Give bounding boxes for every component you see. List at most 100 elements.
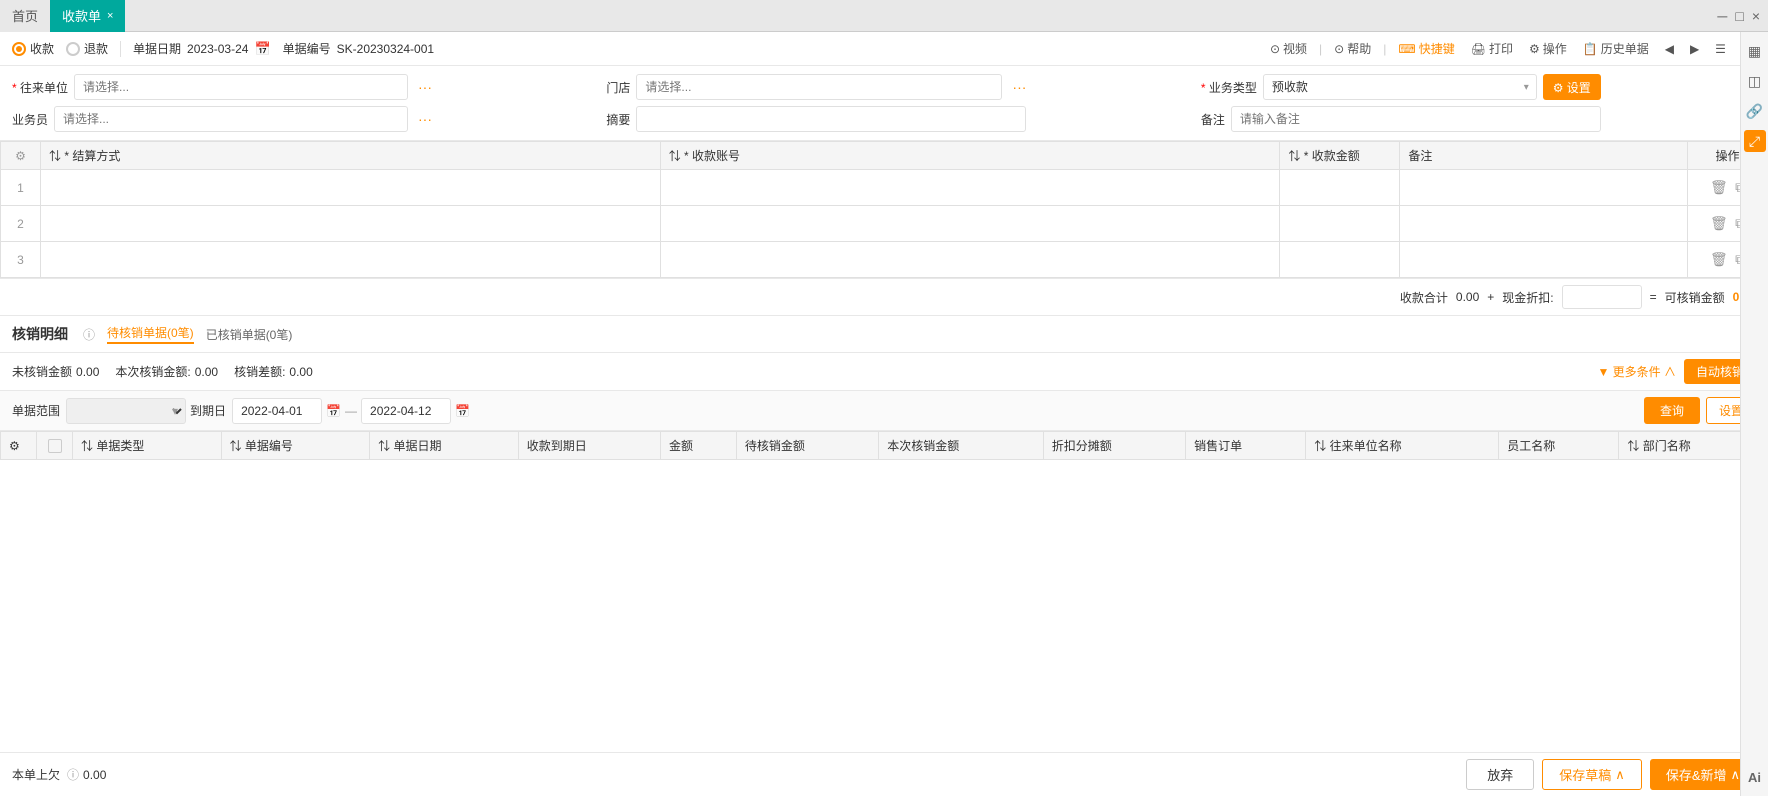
form-row-1: 往来单位 ··· 门店 ··· 业务类型 预收款 ▾ bbox=[12, 74, 1756, 100]
verify-section: 核销明细 ⓘ 待核销单据(0笔) 已核销单据(0笔) 未核销金额 0.00 本次… bbox=[0, 316, 1768, 752]
diff-label: 核销差额: bbox=[234, 363, 285, 380]
remark-input[interactable] bbox=[1231, 106, 1601, 132]
partner-input[interactable] bbox=[74, 74, 408, 100]
help-btn[interactable]: ⊙ 帮助 bbox=[1330, 38, 1375, 59]
row-2-delete-icon[interactable]: 🗑 bbox=[1710, 215, 1728, 231]
ai-label[interactable]: Ai bbox=[1744, 766, 1766, 788]
discount-input[interactable] bbox=[1562, 285, 1642, 309]
prev-info-icon[interactable]: ⓘ bbox=[67, 766, 79, 783]
sidebar-icon-4[interactable]: ⤢ bbox=[1744, 130, 1766, 152]
radio-refund[interactable]: 退款 bbox=[66, 40, 108, 57]
radio-receive-label: 收款 bbox=[30, 40, 54, 57]
range-select[interactable] bbox=[66, 398, 186, 424]
cal-icon[interactable]: 📅 bbox=[254, 41, 270, 57]
row-3-amount[interactable] bbox=[1280, 242, 1400, 278]
diff-value: 0.00 bbox=[289, 365, 312, 379]
docno-label: 单据编号 bbox=[283, 40, 331, 57]
shop-more-icon[interactable]: ··· bbox=[1012, 79, 1026, 95]
sales-input[interactable] bbox=[54, 106, 408, 132]
ops-btn[interactable]: ⚙ 操作 bbox=[1525, 38, 1571, 59]
bth-gear[interactable]: ⚙ bbox=[1, 432, 37, 460]
date-start-input[interactable] bbox=[232, 398, 322, 424]
sales-more-icon[interactable]: ··· bbox=[418, 111, 432, 127]
print-btn[interactable]: 🖨 打印 bbox=[1467, 38, 1517, 59]
verify-info-icon[interactable]: ⓘ bbox=[83, 326, 95, 343]
sidebar-icon-1[interactable]: ▦ bbox=[1744, 40, 1766, 62]
footer-actions: 放弃 保存草稿 ∧ 保存&新增 ∧ bbox=[1466, 759, 1756, 790]
date-dash: — bbox=[345, 404, 357, 418]
table-row: 3 🗑 ⧉ bbox=[1, 242, 1768, 278]
more-filter-btn[interactable]: ▼ 更多条件 ∧ bbox=[1597, 363, 1676, 380]
radio-refund-label: 退款 bbox=[84, 40, 108, 57]
cal-end-icon[interactable]: 📅 bbox=[455, 404, 470, 418]
date-field: 单据日期 2023-03-24 📅 bbox=[133, 40, 271, 57]
sidebar-icon-2[interactable]: ◫ bbox=[1744, 70, 1766, 92]
range-label: 单据范围 bbox=[12, 402, 60, 419]
sidebar-icon-3[interactable]: 🔗 bbox=[1744, 100, 1766, 122]
sort-icon-bt4: ⇅ bbox=[1314, 439, 1326, 453]
shortcut-btn[interactable]: ⌨ 快捷键 bbox=[1394, 38, 1458, 59]
verify-header: 核销明细 ⓘ 待核销单据(0笔) 已核销单据(0笔) bbox=[0, 316, 1768, 353]
row-1-account[interactable] bbox=[660, 170, 1280, 206]
summary-input[interactable] bbox=[636, 106, 1026, 132]
nav-right-btn[interactable]: ▶ bbox=[1686, 40, 1703, 58]
bth-sales-order: 销售订单 bbox=[1186, 432, 1306, 460]
minimize-icon[interactable]: ─ bbox=[1717, 8, 1727, 24]
sort-icon-3: ⇅ bbox=[1288, 149, 1300, 163]
radio-receive[interactable]: 收款 bbox=[12, 40, 54, 57]
form-row-2: 业务员 ··· 摘要 备注 bbox=[12, 106, 1756, 132]
row-1-amount[interactable] bbox=[1280, 170, 1400, 206]
row-1-delete-icon[interactable]: 🗑 bbox=[1710, 179, 1728, 195]
discount-label: 现金折扣: bbox=[1502, 289, 1553, 306]
history-btn[interactable]: 📋 历史单据 bbox=[1579, 38, 1653, 59]
tab-home[interactable]: 首页 bbox=[0, 0, 50, 32]
row-3-account[interactable] bbox=[660, 242, 1280, 278]
th-remark: 备注 bbox=[1400, 142, 1688, 170]
biztype-select-wrapper: 预收款 ▾ bbox=[1263, 74, 1537, 100]
tab-close-icon[interactable]: × bbox=[107, 10, 113, 22]
close-icon[interactable]: × bbox=[1752, 8, 1760, 24]
select-all-checkbox[interactable] bbox=[48, 439, 62, 453]
list-icon[interactable]: ☰ bbox=[1711, 40, 1730, 58]
nav-left-btn[interactable]: ◀ bbox=[1661, 40, 1678, 58]
form-section: 往来单位 ··· 门店 ··· 业务类型 预收款 ▾ bbox=[0, 66, 1768, 141]
row-3-settle[interactable] bbox=[41, 242, 661, 278]
docno-value: SK-20230324-001 bbox=[337, 42, 434, 56]
shop-input[interactable] bbox=[636, 74, 1002, 100]
row-2-amount[interactable] bbox=[1280, 206, 1400, 242]
row-2-remark[interactable] bbox=[1400, 206, 1688, 242]
query-button[interactable]: 查询 bbox=[1644, 397, 1700, 424]
bottom-table-header: ⚙ ⇅ 单据类型 ⇅ 单据编号 bbox=[1, 432, 1768, 460]
save-draft-label: 保存草稿 bbox=[1559, 765, 1611, 784]
save-draft-button[interactable]: 保存草稿 ∧ bbox=[1542, 759, 1642, 790]
video-label: 视频 bbox=[1283, 40, 1307, 57]
video-btn[interactable]: ⊙ 视频 bbox=[1266, 38, 1311, 59]
tab-done[interactable]: 已核销单据(0笔) bbox=[206, 326, 293, 343]
maximize-icon[interactable]: □ bbox=[1735, 8, 1743, 24]
tab-pending[interactable]: 待核销单据(0笔) bbox=[107, 324, 194, 344]
cal-start-icon[interactable]: 📅 bbox=[326, 404, 341, 418]
diff-stat: 核销差额: 0.00 bbox=[234, 359, 313, 384]
discard-button[interactable]: 放弃 bbox=[1466, 759, 1534, 790]
settings-button[interactable]: ⚙ 设置 bbox=[1543, 74, 1601, 100]
row-1-settle[interactable] bbox=[41, 170, 661, 206]
row-2-index: 2 bbox=[1, 206, 41, 242]
verify-table: ⚙ ⇅ 单据类型 ⇅ 单据编号 bbox=[0, 431, 1768, 460]
bth-doc-no: ⇅ 单据编号 bbox=[221, 432, 370, 460]
row-3-remark[interactable] bbox=[1400, 242, 1688, 278]
sort-icon-bt2: ⇅ bbox=[230, 439, 242, 453]
row-3-delete-icon[interactable]: 🗑 bbox=[1710, 251, 1728, 267]
save-new-arrow-icon: ∧ bbox=[1730, 767, 1740, 783]
th-gear[interactable]: ⚙ bbox=[1, 142, 41, 170]
partner-more-icon[interactable]: ··· bbox=[418, 79, 432, 95]
row-1-remark[interactable] bbox=[1400, 170, 1688, 206]
row-2-settle[interactable] bbox=[41, 206, 661, 242]
footer-prev: 本单上欠 ⓘ 0.00 bbox=[12, 766, 106, 783]
unchecked-stat: 未核销金额 0.00 bbox=[12, 359, 99, 384]
partner-label: 往来单位 bbox=[12, 79, 68, 96]
date-end-input[interactable] bbox=[361, 398, 451, 424]
biztype-select[interactable]: 预收款 bbox=[1263, 74, 1537, 100]
row-2-account[interactable] bbox=[660, 206, 1280, 242]
bottom-table-wrapper: ⚙ ⇅ 单据类型 ⇅ 单据编号 bbox=[0, 431, 1768, 460]
tab-current[interactable]: 收款单 × bbox=[50, 0, 125, 32]
